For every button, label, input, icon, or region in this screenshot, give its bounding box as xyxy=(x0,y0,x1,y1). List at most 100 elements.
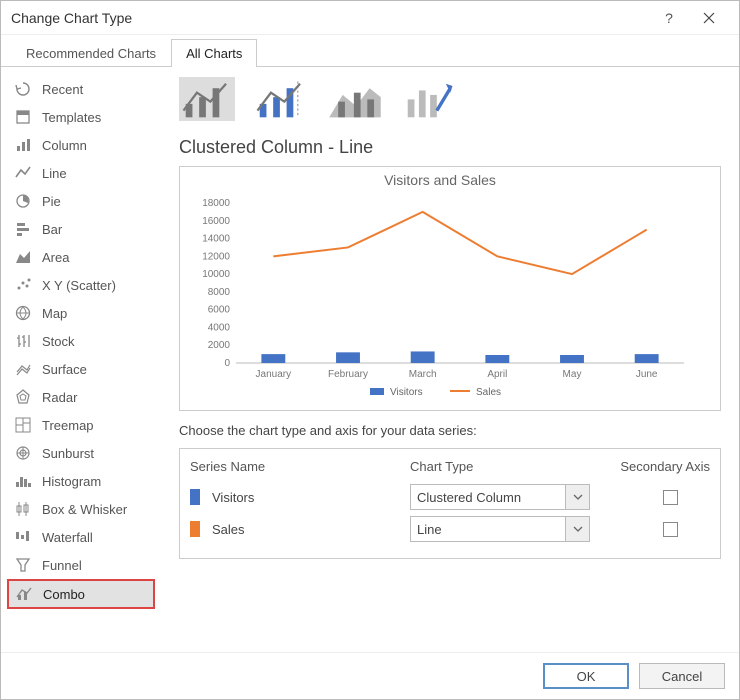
sidebar-item-label: Bar xyxy=(42,222,62,237)
y-tick-label: 0 xyxy=(224,358,230,369)
chevron-down-icon xyxy=(565,485,589,509)
combo-subtype-row xyxy=(179,77,721,121)
sidebar-item-sunburst[interactable]: Sunburst xyxy=(7,439,155,467)
sidebar-item-label: Stock xyxy=(42,334,75,349)
sunburst-icon xyxy=(14,444,32,462)
sidebar-item-combo[interactable]: Combo xyxy=(7,579,155,609)
sidebar-item-label: Box & Whisker xyxy=(42,502,127,517)
radar-icon xyxy=(14,388,32,406)
legend-label: Visitors xyxy=(390,387,423,398)
dialog-footer: OK Cancel xyxy=(1,652,739,699)
sidebar-item-boxwhisker[interactable]: Box & Whisker xyxy=(7,495,155,523)
sidebar-item-line[interactable]: Line xyxy=(7,159,155,187)
sidebar-item-map[interactable]: Map xyxy=(7,299,155,327)
series-row: VisitorsClustered Column xyxy=(190,484,710,510)
sidebar-item-histogram[interactable]: Histogram xyxy=(7,467,155,495)
combo-icon xyxy=(15,585,33,603)
subtype-clustered-column-line-secondary[interactable] xyxy=(253,77,309,121)
x-tick-label: June xyxy=(636,369,658,380)
help-button[interactable]: ? xyxy=(649,3,689,33)
y-tick-label: 2000 xyxy=(208,340,231,351)
tab-recommended[interactable]: Recommended Charts xyxy=(11,39,171,67)
series-name-label: Sales xyxy=(212,522,410,537)
sidebar-item-column[interactable]: Column xyxy=(7,131,155,159)
sidebar-item-label: Surface xyxy=(42,362,87,377)
titlebar: Change Chart Type ? xyxy=(1,1,739,35)
sidebar-item-pie[interactable]: Pie xyxy=(7,187,155,215)
ok-button[interactable]: OK xyxy=(543,663,629,689)
y-tick-label: 6000 xyxy=(208,305,231,316)
x-tick-label: May xyxy=(563,369,582,380)
header-chart-type: Chart Type xyxy=(410,459,600,474)
bar xyxy=(635,354,659,363)
sidebar-item-label: Templates xyxy=(42,110,101,125)
line-series xyxy=(273,212,646,274)
bar xyxy=(485,355,509,363)
series-color-swatch xyxy=(190,489,200,505)
chart-type-dropdown[interactable]: Line xyxy=(410,516,590,542)
chart-preview: Visitors and Sales0200040006000800010000… xyxy=(179,166,721,411)
subtype-custom-combo[interactable] xyxy=(401,77,457,121)
treemap-icon xyxy=(14,416,32,434)
close-button[interactable] xyxy=(689,3,729,33)
series-row: SalesLine xyxy=(190,516,710,542)
cancel-button[interactable]: Cancel xyxy=(639,663,725,689)
x-tick-label: March xyxy=(409,369,437,380)
legend-swatch xyxy=(370,388,384,395)
boxwhisker-icon xyxy=(14,500,32,518)
sidebar-item-radar[interactable]: Radar xyxy=(7,383,155,411)
legend-label: Sales xyxy=(476,387,501,398)
scatter-icon xyxy=(14,276,32,294)
sidebar-item-label: X Y (Scatter) xyxy=(42,278,116,293)
y-tick-label: 4000 xyxy=(208,322,231,333)
series-color-swatch xyxy=(190,521,200,537)
secondary-axis-checkbox[interactable] xyxy=(663,490,678,505)
y-tick-label: 14000 xyxy=(202,234,230,245)
sidebar-item-templates[interactable]: Templates xyxy=(7,103,155,131)
chart-type-dropdown[interactable]: Clustered Column xyxy=(410,484,590,510)
chart-category-list: Recent Templates ColumnLine Pie Bar Area X Y (… xyxy=(1,67,161,652)
surface-icon xyxy=(14,360,32,378)
change-chart-type-dialog: Change Chart Type ? Recommended Charts A… xyxy=(0,0,740,700)
sidebar-item-area[interactable]: Area xyxy=(7,243,155,271)
templates-icon xyxy=(14,108,32,126)
line-icon xyxy=(14,164,32,182)
map-icon xyxy=(14,304,32,322)
chevron-down-icon xyxy=(565,517,589,541)
sidebar-item-scatter[interactable]: X Y (Scatter) xyxy=(7,271,155,299)
subtype-stacked-area-column[interactable] xyxy=(327,77,383,121)
x-tick-label: April xyxy=(487,369,507,380)
sidebar-item-recent[interactable]: Recent xyxy=(7,75,155,103)
bar-icon xyxy=(14,220,32,238)
x-tick-label: January xyxy=(256,369,292,380)
y-tick-label: 8000 xyxy=(208,287,231,298)
series-name-label: Visitors xyxy=(212,490,410,505)
pie-icon xyxy=(14,192,32,210)
sidebar-item-funnel[interactable]: Funnel xyxy=(7,551,155,579)
bar xyxy=(411,351,435,363)
sidebar-item-stock[interactable]: Stock xyxy=(7,327,155,355)
chart-title: Visitors and Sales xyxy=(384,172,496,188)
tabstrip: Recommended Charts All Charts xyxy=(1,39,739,67)
bar xyxy=(261,354,285,363)
y-tick-label: 18000 xyxy=(202,198,230,209)
sidebar-item-label: Histogram xyxy=(42,474,101,489)
recent-icon xyxy=(14,80,32,98)
column-icon xyxy=(14,136,32,154)
tab-all-charts[interactable]: All Charts xyxy=(171,39,257,67)
bar xyxy=(336,352,360,363)
funnel-icon xyxy=(14,556,32,574)
sidebar-item-bar[interactable]: Bar xyxy=(7,215,155,243)
sidebar-item-surface[interactable]: Surface xyxy=(7,355,155,383)
header-secondary-axis: Secondary Axis xyxy=(600,459,710,474)
sidebar-item-waterfall[interactable]: Waterfall xyxy=(7,523,155,551)
series-config: Series Name Chart Type Secondary Axis Vi… xyxy=(179,448,721,559)
secondary-axis-checkbox[interactable] xyxy=(663,522,678,537)
area-icon xyxy=(14,248,32,266)
sidebar-item-label: Pie xyxy=(42,194,61,209)
sidebar-item-treemap[interactable]: Treemap xyxy=(7,411,155,439)
subtype-clustered-column-line[interactable] xyxy=(179,77,235,121)
sidebar-item-label: Combo xyxy=(43,587,85,602)
sidebar-item-label: Area xyxy=(42,250,69,265)
waterfall-icon xyxy=(14,528,32,546)
